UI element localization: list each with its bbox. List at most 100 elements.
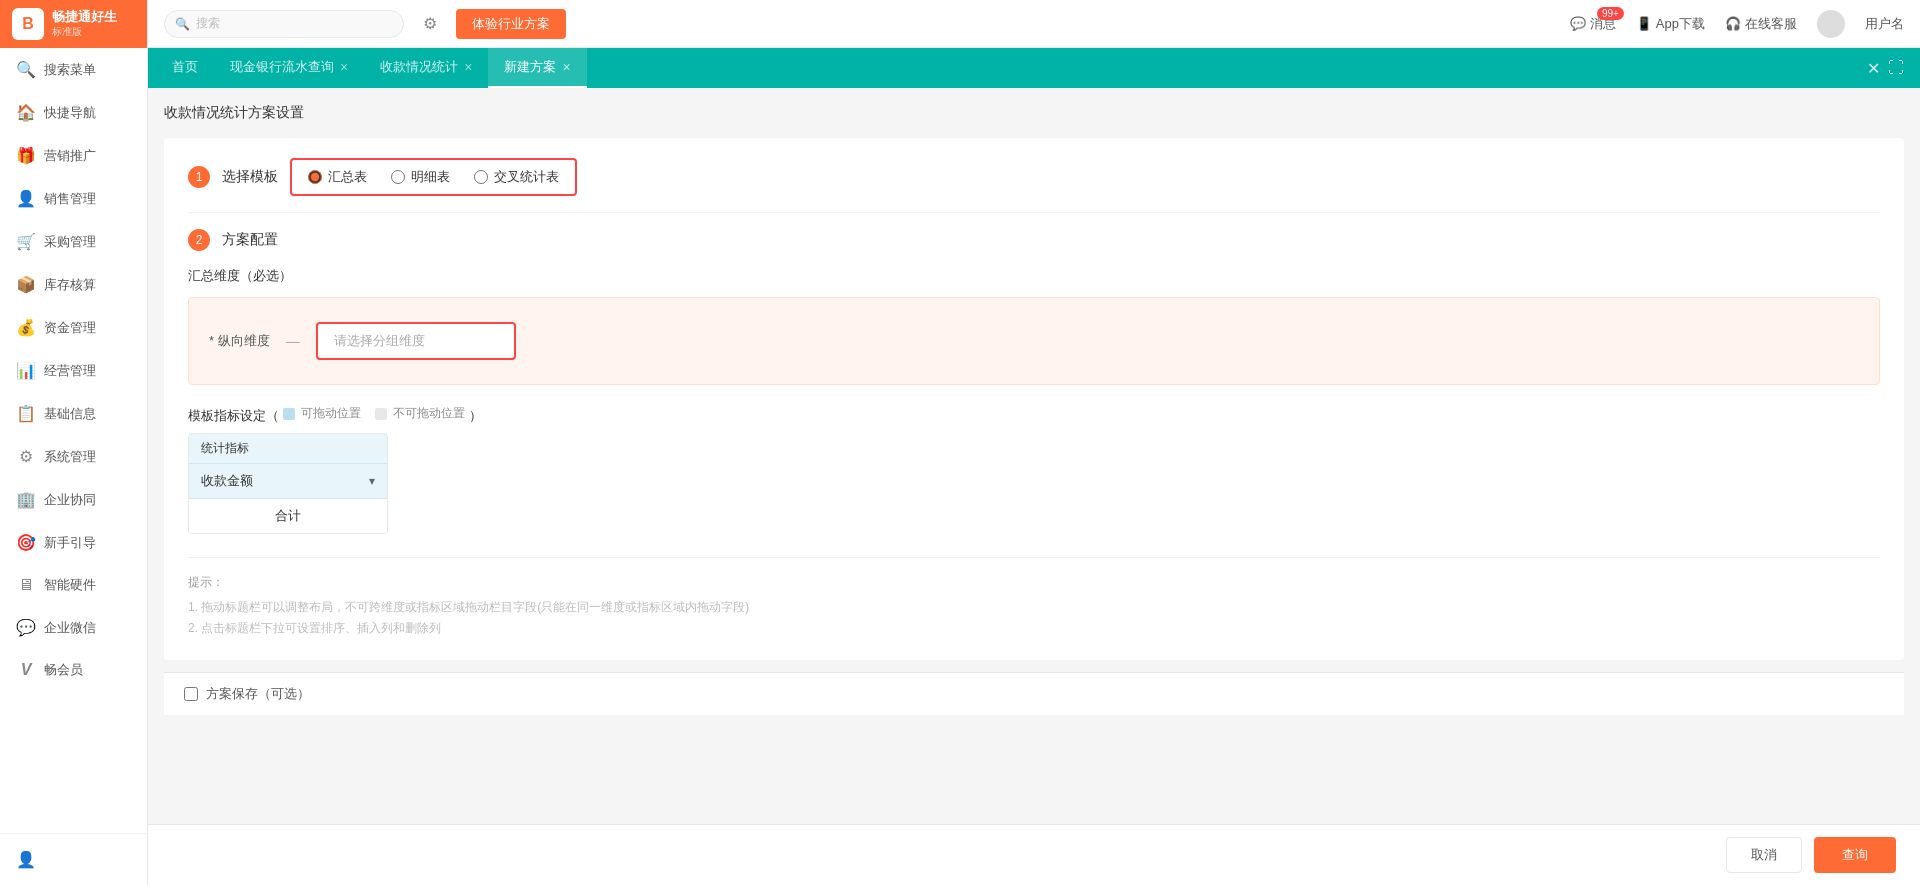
gift-icon: 🎁 [16, 146, 36, 165]
settings-icon[interactable]: ⚙ [416, 10, 444, 38]
save-option-label: 方案保存（可选） [206, 685, 310, 703]
header-search-box[interactable]: 🔍 搜索 [164, 10, 404, 38]
radio-detail[interactable]: 明细表 [391, 168, 450, 186]
tab-home[interactable]: 首页 [156, 48, 214, 88]
sidebar-item-hardware[interactable]: 🖥 智能硬件 [0, 564, 147, 606]
sidebar-item-label: 采购管理 [44, 233, 96, 251]
building-icon: 🏢 [16, 490, 36, 509]
radio-cross[interactable]: 交叉统计表 [474, 168, 559, 186]
radio-cross-input[interactable] [474, 170, 488, 184]
username-label: 用户名 [1865, 15, 1904, 33]
sidebar-bottom: 👤 [0, 833, 147, 885]
gear-icon: ⚙ [16, 447, 36, 466]
tip-line-2: 2. 点击标题栏下拉可设置排序、插入列和删除列 [188, 618, 1880, 640]
tab-bank-flow-label: 现金银行流水查询 [230, 58, 334, 76]
search-icon: 🔍 [16, 60, 36, 79]
maximize-icon[interactable]: ⛶ [1888, 59, 1904, 77]
message-badge: 99+ [1597, 7, 1624, 20]
sidebar-item-label: 经营管理 [44, 362, 96, 380]
radio-summary-input[interactable] [308, 170, 322, 184]
vertical-dim-label: * 纵向维度 [209, 332, 270, 350]
dimension-row: * 纵向维度 — 请选择分组维度 [209, 322, 1859, 360]
sidebar-item-purchase[interactable]: 🛒 采购管理 [0, 220, 147, 263]
query-button[interactable]: 查询 [1814, 837, 1896, 873]
save-checkbox[interactable] [184, 687, 198, 701]
step2-label: 方案配置 [222, 231, 278, 249]
target-icon: 🎯 [16, 533, 36, 552]
indicator-section: 模板指标设定（ 可拖动位置 不可拖动位置 ） [188, 405, 1880, 537]
page-inner: 收款情况统计方案设置 1 选择模板 汇总表 明细表 [148, 88, 1920, 824]
member-icon: V [16, 661, 36, 679]
page-title: 收款情况统计方案设置 [164, 104, 1904, 122]
footer-bar: 取消 查询 [148, 824, 1920, 885]
non-draggable-dot [375, 408, 387, 420]
indicator-subtotal: 合计 [189, 499, 387, 533]
sidebar-item-label: 新手引导 [44, 534, 96, 552]
sidebar-item-label: 销售管理 [44, 190, 96, 208]
step1-row: 1 选择模板 汇总表 明细表 交叉统计表 [188, 158, 1880, 196]
sidebar-item-quick-nav[interactable]: 🏠 快捷导航 [0, 91, 147, 134]
sidebar-bottom-item1[interactable]: 👤 [0, 842, 147, 877]
message-action[interactable]: 💬 消息 99+ [1570, 15, 1616, 33]
dimension-subsection: 汇总维度（必选） * 纵向维度 — 请选择分组维度 [188, 267, 1880, 385]
draggable-dot [283, 408, 295, 420]
template-radio-group: 汇总表 明细表 交叉统计表 [290, 158, 577, 196]
search-placeholder: 搜索 [196, 15, 220, 32]
sidebar-item-inventory[interactable]: 📦 库存核算 [0, 263, 147, 306]
tab-bar-actions: ✕ ⛶ [1867, 48, 1912, 88]
sidebar-item-label: 基础信息 [44, 405, 96, 423]
download-icon: 📱 [1636, 16, 1652, 31]
step1-badge: 1 [188, 166, 210, 188]
tab-bank-flow-close[interactable]: × [340, 60, 348, 74]
sidebar-item-search-menu[interactable]: 🔍 搜索菜单 [0, 48, 147, 91]
sidebar-item-system[interactable]: ⚙ 系统管理 [0, 435, 147, 478]
sidebar-logo: B 畅捷通好生 标准版 [0, 0, 147, 48]
sidebar-item-sales[interactable]: 👤 销售管理 [0, 177, 147, 220]
tab-receipt-stats-close[interactable]: × [464, 60, 472, 74]
main-card: 1 选择模板 汇总表 明细表 交叉统计表 [164, 138, 1904, 660]
step1-label: 选择模板 [222, 168, 278, 186]
sidebar-item-member[interactable]: V 畅会员 [0, 649, 147, 691]
sidebar-item-label: 企业协同 [44, 491, 96, 509]
sidebar-nav: 🔍 搜索菜单 🏠 快捷导航 🎁 营销推广 👤 销售管理 🛒 采购管理 📦 库存核… [0, 48, 147, 833]
close-window-icon[interactable]: ✕ [1867, 59, 1880, 78]
online-service-action[interactable]: 🎧 在线客服 [1725, 15, 1797, 33]
non-draggable-legend: 不可拖动位置 [375, 405, 465, 422]
chart-icon: 📊 [16, 361, 36, 380]
tab-new-plan[interactable]: 新建方案 × [488, 48, 586, 88]
user-avatar[interactable] [1817, 10, 1845, 38]
tab-new-plan-label: 新建方案 [504, 58, 556, 76]
sidebar-item-label: 营销推广 [44, 147, 96, 165]
money-icon: 💰 [16, 318, 36, 337]
app-download-action[interactable]: 📱 App下载 [1636, 15, 1705, 33]
user-icon: 👤 [16, 189, 36, 208]
indicator-cell-amount[interactable]: 收款金额 ▾ [189, 464, 387, 499]
tips-title: 提示： [188, 574, 1880, 591]
radio-cross-label: 交叉统计表 [494, 168, 559, 186]
cancel-button[interactable]: 取消 [1726, 837, 1802, 873]
sidebar-item-label: 库存核算 [44, 276, 96, 294]
page-content: 收款情况统计方案设置 1 选择模板 汇总表 明细表 [148, 88, 1920, 885]
sidebar-item-basic-info[interactable]: 📋 基础信息 [0, 392, 147, 435]
sidebar-item-operation[interactable]: 📊 经营管理 [0, 349, 147, 392]
trial-button[interactable]: 体验行业方案 [456, 9, 566, 39]
tip-line-1: 1. 拖动标题栏可以调整布局，不可跨维度或指标区域拖动栏目字段(只能在同一维度或… [188, 597, 1880, 619]
sidebar-item-label: 企业微信 [44, 619, 96, 637]
tab-new-plan-close[interactable]: × [562, 60, 570, 74]
sidebar-item-marketing[interactable]: 🎁 营销推广 [0, 134, 147, 177]
service-label: 在线客服 [1745, 15, 1797, 33]
tab-bar: 首页 现金银行流水查询 × 收款情况统计 × 新建方案 × ✕ ⛶ [148, 48, 1920, 88]
tab-home-label: 首页 [172, 58, 198, 76]
radio-summary[interactable]: 汇总表 [308, 168, 367, 186]
sidebar-item-finance[interactable]: 💰 资金管理 [0, 306, 147, 349]
sidebar-item-wechat[interactable]: 💬 企业微信 [0, 606, 147, 649]
search-icon: 🔍 [175, 17, 190, 31]
sidebar-item-enterprise[interactable]: 🏢 企业协同 [0, 478, 147, 521]
radio-summary-label: 汇总表 [328, 168, 367, 186]
dimension-selector[interactable]: 请选择分组维度 [316, 322, 516, 360]
sidebar-item-label: 搜索菜单 [44, 61, 96, 79]
tab-receipt-stats[interactable]: 收款情况统计 × [364, 48, 488, 88]
radio-detail-input[interactable] [391, 170, 405, 184]
tab-bank-flow[interactable]: 现金银行流水查询 × [214, 48, 364, 88]
sidebar-item-guide[interactable]: 🎯 新手引导 [0, 521, 147, 564]
